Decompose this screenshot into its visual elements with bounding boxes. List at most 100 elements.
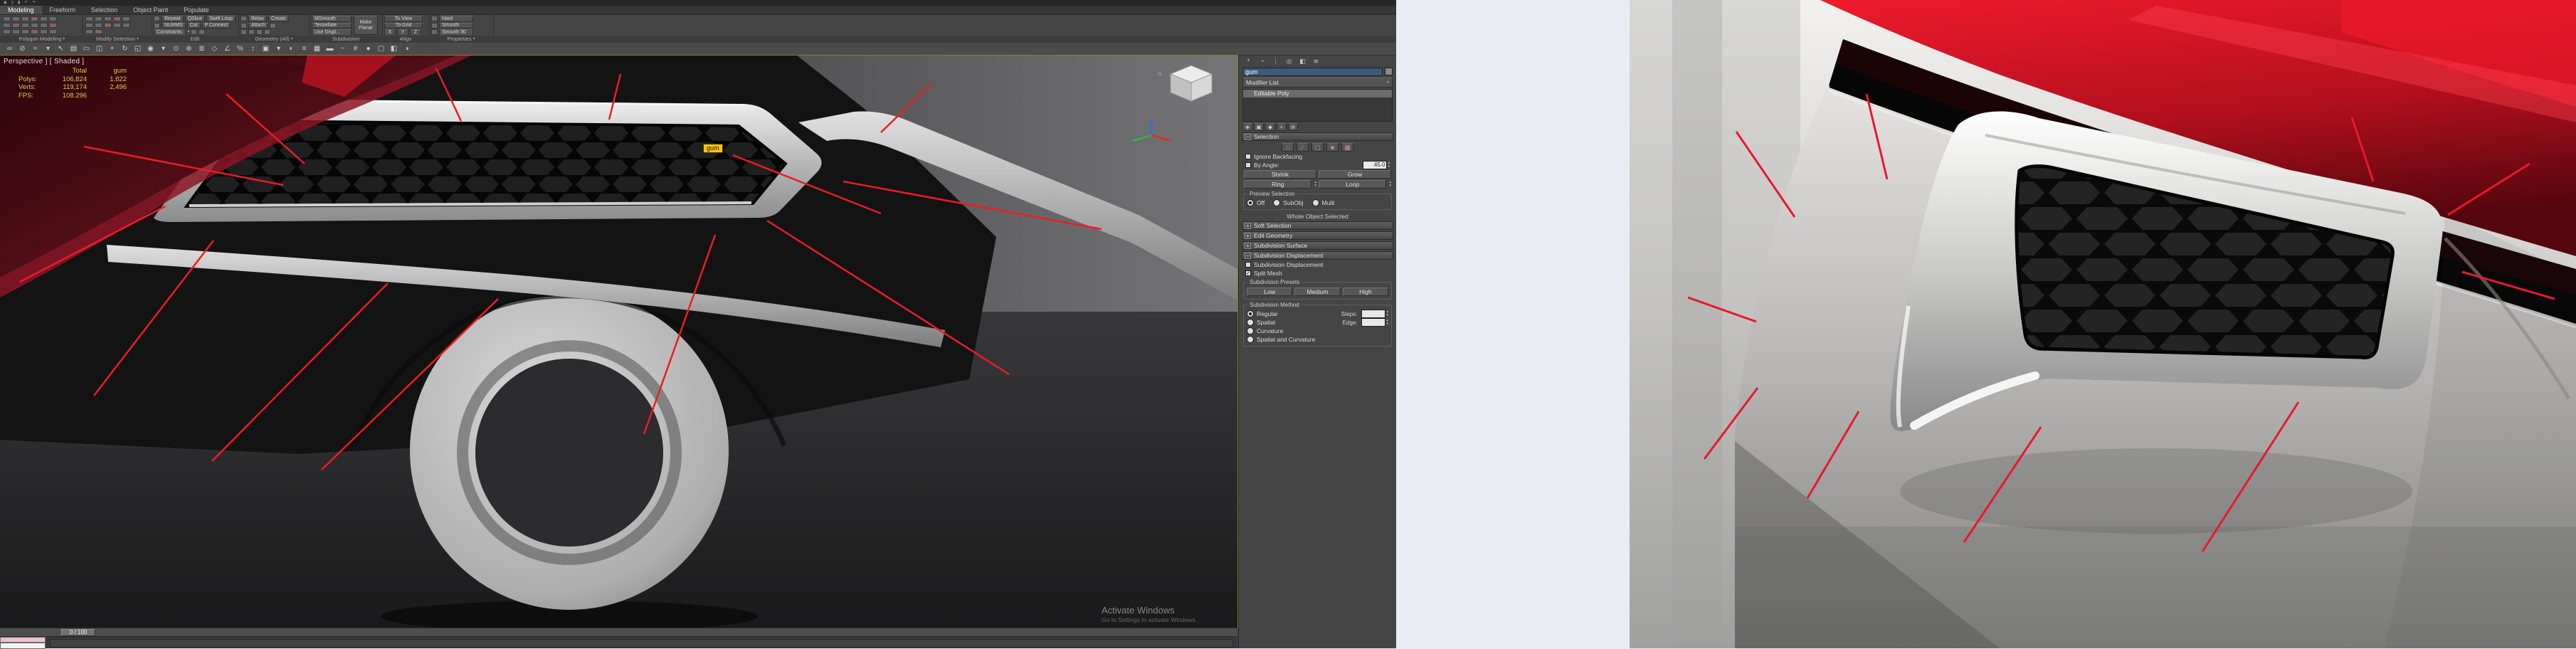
unlink-selection-icon[interactable]: ⊘ <box>17 44 28 54</box>
steps-spinner[interactable]: ▴ ▾ <box>1361 310 1388 318</box>
rendered-frame-icon[interactable]: ◧ <box>389 44 399 54</box>
spinner-arrows[interactable]: ▴ ▾ <box>1386 319 1388 326</box>
align-icon[interactable]: ≡ <box>299 44 310 54</box>
select-and-rotate-icon[interactable]: ↻ <box>120 44 130 54</box>
shrink-button[interactable]: Shrink <box>1244 170 1316 179</box>
ribbon-tool-icon[interactable] <box>49 23 57 28</box>
element-icon[interactable]: ▩ <box>1341 143 1353 152</box>
viewport[interactable]: Perspective ] [ Shaded ] Total gum Polys:… <box>0 55 1238 628</box>
ribbon-label-modify-selection[interactable]: Modify Selection ▾ <box>85 36 149 43</box>
redo-icon[interactable]: ↷ <box>32 1 36 5</box>
ribbon-tool-icon[interactable] <box>113 23 121 28</box>
reference-coordinate-dropdown[interactable]: ▾ <box>158 44 169 54</box>
spinner-value[interactable]: 45.0 <box>1363 161 1388 169</box>
align-y-button[interactable]: Y <box>397 29 408 35</box>
ribbon-tool-icon[interactable] <box>40 16 48 21</box>
mirror-icon[interactable]: ◐ <box>286 44 297 54</box>
cap-poly-icon[interactable] <box>256 29 263 35</box>
ribbon-tool-icon[interactable] <box>95 16 102 21</box>
bind-to-space-warp-icon[interactable]: ≈ <box>30 44 41 54</box>
spatial-radio[interactable] <box>1247 319 1254 326</box>
loop-spinner[interactable]: ▴ ▾ <box>1389 181 1391 188</box>
select-by-name-icon[interactable]: ▤ <box>68 44 79 54</box>
border-icon[interactable]: ▢ <box>1311 143 1324 152</box>
show-end-result-icon[interactable]: ▣ <box>1254 123 1264 131</box>
spatial-and-curvature-radio[interactable] <box>1247 336 1254 343</box>
make-unique-icon[interactable]: ◆ <box>1265 123 1275 131</box>
spin-down-icon[interactable]: ▾ <box>1389 184 1391 188</box>
cut-button[interactable]: Cut <box>186 22 201 28</box>
ribbon-tool-icon[interactable] <box>85 23 93 28</box>
by-angle-checkbox[interactable] <box>1245 162 1251 168</box>
display-tab-icon[interactable]: ◧ <box>1297 57 1308 65</box>
ribbon-tool-icon[interactable] <box>31 16 38 21</box>
keyboard-override-icon[interactable]: ≣ <box>196 44 207 54</box>
ribbon-tool-icon[interactable] <box>12 23 20 28</box>
ribbon-tool-icon[interactable] <box>31 29 38 34</box>
time-slider[interactable]: 0 / 100 <box>0 628 1237 636</box>
rollout-edit-geometry[interactable]: + Edit Geometry <box>1242 231 1393 240</box>
spinner-arrows[interactable]: ▴ ▾ <box>1386 310 1388 317</box>
viewport-label[interactable]: Perspective ] [ Shaded ] <box>4 58 84 65</box>
make-planar-button[interactable]: Make Planar <box>354 16 378 35</box>
tessellate-button[interactable]: Tessellate <box>312 22 352 28</box>
undo-icon[interactable]: ↶ <box>24 1 28 5</box>
select-and-link-icon[interactable]: ∞ <box>4 44 15 54</box>
modifier-list-dropdown[interactable]: Modifier List ▾ <box>1242 78 1393 88</box>
schematic-view-icon[interactable]: # <box>350 44 361 54</box>
ribbon-tool-icon[interactable] <box>3 29 11 34</box>
repeat-button[interactable]: Repeat <box>162 16 184 22</box>
p-connect-button[interactable]: P Connect <box>201 22 231 28</box>
polygon-icon[interactable]: ■ <box>1326 143 1339 152</box>
spinner-value[interactable] <box>1361 318 1386 327</box>
spinner-value[interactable] <box>1361 310 1386 318</box>
ribbon-tool-icon[interactable] <box>95 23 102 28</box>
transform-gizmo[interactable] <box>1126 115 1177 152</box>
ribbon-tool-icon[interactable] <box>85 16 93 21</box>
constraint-face-icon[interactable] <box>199 29 206 35</box>
align-to-grid-button[interactable]: To Grid <box>384 22 423 28</box>
use-displacement-button[interactable]: Use Displ... <box>312 29 352 35</box>
ribbon-tool-icon[interactable] <box>21 23 29 28</box>
select-and-move-icon[interactable]: + <box>107 44 117 54</box>
ribbon-tool-icon[interactable] <box>85 29 93 34</box>
slice-icon[interactable] <box>264 29 270 35</box>
ribbon-tool-icon[interactable] <box>21 29 29 34</box>
rollout-subdivision-displacement[interactable]: − Subdivision Displacement <box>1242 251 1393 260</box>
constraint-edge-icon[interactable] <box>191 29 198 35</box>
spinner-snap-icon[interactable]: ↕ <box>248 44 258 54</box>
select-and-manipulate-icon[interactable]: ⊕ <box>184 44 194 54</box>
ribbon-tab-object-paint[interactable]: Object Paint <box>125 6 176 14</box>
object-color-swatch[interactable] <box>1385 68 1393 75</box>
save-icon[interactable]: ▮ <box>18 1 20 5</box>
preset-high-button[interactable]: High <box>1342 287 1388 296</box>
spinner-arrows[interactable]: ▴ ▾ <box>1388 162 1390 169</box>
preset-medium-button[interactable]: Medium <box>1294 287 1341 296</box>
snap-toggle-icon[interactable]: ◇ <box>209 44 220 54</box>
spin-down-icon[interactable]: ▾ <box>1386 322 1388 326</box>
remove-modifier-icon[interactable]: × <box>1277 123 1287 131</box>
subdivision-displacement-checkbox[interactable] <box>1245 262 1251 268</box>
new-scene-icon[interactable]: ▯ <box>11 1 14 5</box>
preset-low-button[interactable]: Low <box>1247 287 1293 296</box>
grow-button[interactable]: Grow <box>1319 170 1391 179</box>
track-bar[interactable] <box>50 639 1233 648</box>
ribbon-label-align[interactable]: Align <box>384 36 427 43</box>
ribbon-label-properties[interactable]: Properties ▾ <box>431 36 491 43</box>
viewport-scene[interactable] <box>0 56 1237 628</box>
rollout-soft-selection[interactable]: + Soft Selection <box>1242 221 1393 230</box>
max-logo-icon[interactable]: ◆ <box>4 1 7 5</box>
pin-stack-icon[interactable]: ◈ <box>1242 123 1252 131</box>
edge-spinner[interactable]: ▴ ▾ <box>1361 318 1388 327</box>
regular-radio[interactable] <box>1247 310 1254 317</box>
constraints-dropdown[interactable]: Constraints: <box>154 29 186 35</box>
hard-button[interactable]: Hard <box>439 16 473 22</box>
hierarchy-tab-icon[interactable]: ⋮ <box>1270 57 1281 65</box>
motion-tab-icon[interactable]: ◎ <box>1284 57 1294 65</box>
qslice-button[interactable]: QSlice <box>184 16 206 22</box>
percent-snap-icon[interactable]: % <box>235 44 246 54</box>
spin-down-icon[interactable]: ▾ <box>1388 165 1390 169</box>
ribbon-tool-icon[interactable] <box>95 29 102 34</box>
align-z-button[interactable]: Z <box>410 29 421 35</box>
ribbon-tool-icon[interactable] <box>104 23 112 28</box>
